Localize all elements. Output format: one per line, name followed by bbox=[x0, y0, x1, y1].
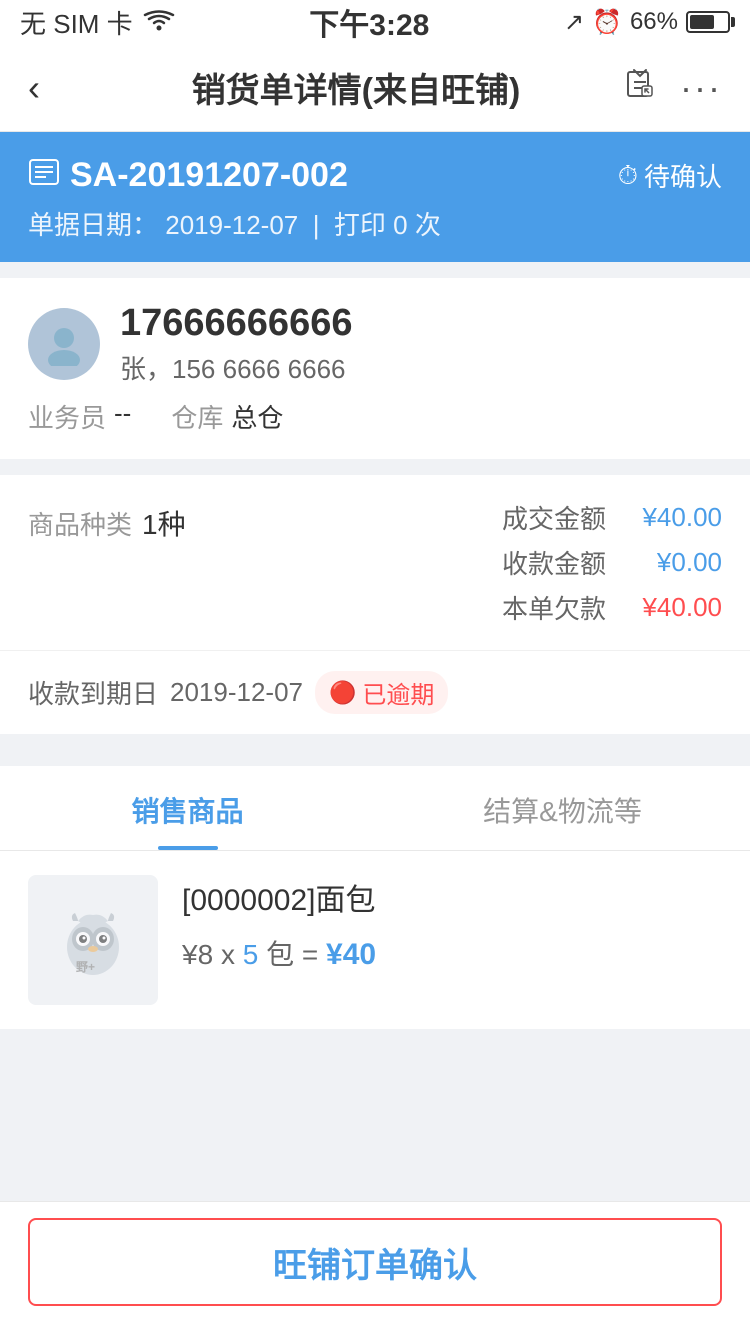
product-name: [0000002]面包 bbox=[182, 875, 722, 919]
section-divider-2 bbox=[0, 734, 750, 750]
summary-right: 成交金额 ¥40.00 收款金额 ¥0.00 本单欠款 ¥40.00 bbox=[502, 499, 722, 626]
transaction-amount-label: 成交金额 bbox=[502, 499, 606, 536]
product-owl-icon: 野+ bbox=[48, 895, 138, 985]
section-divider-1 bbox=[0, 459, 750, 475]
back-button[interactable]: ‹ bbox=[28, 67, 88, 109]
product-info: [0000002]面包 ¥8 x 5 包 = ¥40 bbox=[182, 875, 722, 973]
status-clock-icon: ⏱ bbox=[618, 160, 638, 192]
order-status-badge: ⏱ 待确认 bbox=[618, 157, 722, 194]
product-unit: 包 bbox=[266, 939, 294, 970]
status-time: 下午3:28 bbox=[309, 0, 429, 44]
product-kind-label: 商品种类 bbox=[28, 505, 132, 542]
warehouse-value: 总仓 bbox=[231, 398, 283, 435]
warehouse-label: 仓库 bbox=[171, 398, 223, 435]
order-number: SA-20191207-002 bbox=[28, 156, 348, 195]
unit-price: ¥8 bbox=[182, 939, 213, 970]
svg-text:野+: 野+ bbox=[76, 960, 95, 974]
carrier-text: 无 SIM 卡 bbox=[20, 4, 133, 41]
salesperson-label: 业务员 bbox=[28, 398, 106, 435]
salesperson-meta: 业务员 -- bbox=[28, 398, 131, 435]
order-number-text: SA-20191207-002 bbox=[70, 156, 348, 195]
due-date-label: 收款到期日 bbox=[28, 674, 158, 711]
summary-left: 商品种类 1种 bbox=[28, 499, 186, 543]
owed-amount-value: ¥40.00 bbox=[622, 592, 722, 623]
tab-settlement[interactable]: 结算&物流等 bbox=[375, 766, 750, 850]
overdue-icon: 🔴 bbox=[329, 680, 356, 706]
due-date-value: 2019-12-07 bbox=[170, 677, 303, 708]
battery-icon bbox=[686, 11, 730, 33]
price-equals: = bbox=[302, 939, 326, 970]
status-bar: 无 SIM 卡 下午3:28 ↗ ⏰ 66% bbox=[0, 0, 750, 44]
status-right: ↗ ⏰ 66% bbox=[564, 8, 730, 37]
share-icon[interactable] bbox=[624, 68, 656, 108]
received-amount-value: ¥0.00 bbox=[622, 547, 722, 578]
nav-bar: ‹ 销货单详情(来自旺铺) ··· bbox=[0, 44, 750, 132]
wifi-icon bbox=[143, 7, 175, 38]
transaction-amount-row: 成交金额 ¥40.00 bbox=[502, 499, 722, 536]
customer-section: 17666666666 张，156 6666 6666 业务员 -- 仓库 总仓 bbox=[0, 278, 750, 459]
tabs-section: 销售商品 结算&物流等 bbox=[0, 766, 750, 851]
tab-products[interactable]: 销售商品 bbox=[0, 766, 375, 850]
due-date-section: 收款到期日 2019-12-07 🔴 已逾期 bbox=[0, 650, 750, 734]
salesperson-value: -- bbox=[114, 398, 131, 435]
owed-amount-label: 本单欠款 bbox=[502, 589, 606, 626]
overdue-badge: 🔴 已逾期 bbox=[315, 671, 448, 714]
doc-date-line: 单据日期： 2019-12-07 | 打印 0 次 bbox=[28, 205, 722, 242]
bottom-space bbox=[0, 1029, 750, 1229]
received-amount-row: 收款金额 ¥0.00 bbox=[502, 544, 722, 581]
price-multiply: x bbox=[221, 939, 243, 970]
transaction-amount-value: ¥40.00 bbox=[622, 502, 722, 533]
product-price: ¥8 x 5 包 = ¥40 bbox=[182, 933, 722, 973]
battery-percent: 66% bbox=[630, 8, 678, 36]
header-card-top: SA-20191207-002 ⏱ 待确认 bbox=[28, 156, 722, 195]
order-icon bbox=[28, 158, 60, 193]
alarm-icon: ⏰ bbox=[592, 8, 622, 37]
location-icon: ↗ bbox=[564, 8, 584, 37]
customer-phone: 17666666666 bbox=[120, 302, 352, 345]
customer-top: 17666666666 张，156 6666 6666 bbox=[28, 302, 722, 386]
status-text: 待确认 bbox=[644, 157, 722, 194]
confirm-order-button[interactable]: 旺铺订单确认 bbox=[28, 1218, 722, 1306]
product-image: 野+ bbox=[28, 875, 158, 1005]
customer-name: 张，156 6666 6666 bbox=[120, 349, 352, 386]
overdue-text: 已逾期 bbox=[362, 675, 434, 710]
product-quantity: 5 bbox=[243, 939, 259, 970]
more-icon[interactable]: ··· bbox=[680, 67, 722, 109]
status-left: 无 SIM 卡 bbox=[20, 4, 175, 41]
summary-section: 商品种类 1种 成交金额 ¥40.00 收款金额 ¥0.00 本单欠款 ¥40.… bbox=[0, 475, 750, 650]
owed-amount-row: 本单欠款 ¥40.00 bbox=[502, 589, 722, 626]
customer-meta: 业务员 -- 仓库 总仓 bbox=[28, 398, 722, 435]
bottom-bar: 旺铺订单确认 bbox=[0, 1201, 750, 1334]
page-title: 销货单详情(来自旺铺) bbox=[192, 63, 521, 112]
nav-actions: ··· bbox=[624, 67, 722, 109]
customer-info: 17666666666 张，156 6666 6666 bbox=[120, 302, 352, 386]
product-kind-value: 1种 bbox=[142, 503, 186, 543]
received-amount-label: 收款金额 bbox=[502, 544, 606, 581]
header-card: SA-20191207-002 ⏱ 待确认 单据日期： 2019-12-07 |… bbox=[0, 132, 750, 262]
product-total: ¥40 bbox=[326, 938, 376, 971]
avatar bbox=[28, 308, 100, 380]
warehouse-meta: 仓库 总仓 bbox=[171, 398, 283, 435]
product-section: 野+ [0000002]面包 ¥8 x 5 包 = ¥40 bbox=[0, 851, 750, 1029]
